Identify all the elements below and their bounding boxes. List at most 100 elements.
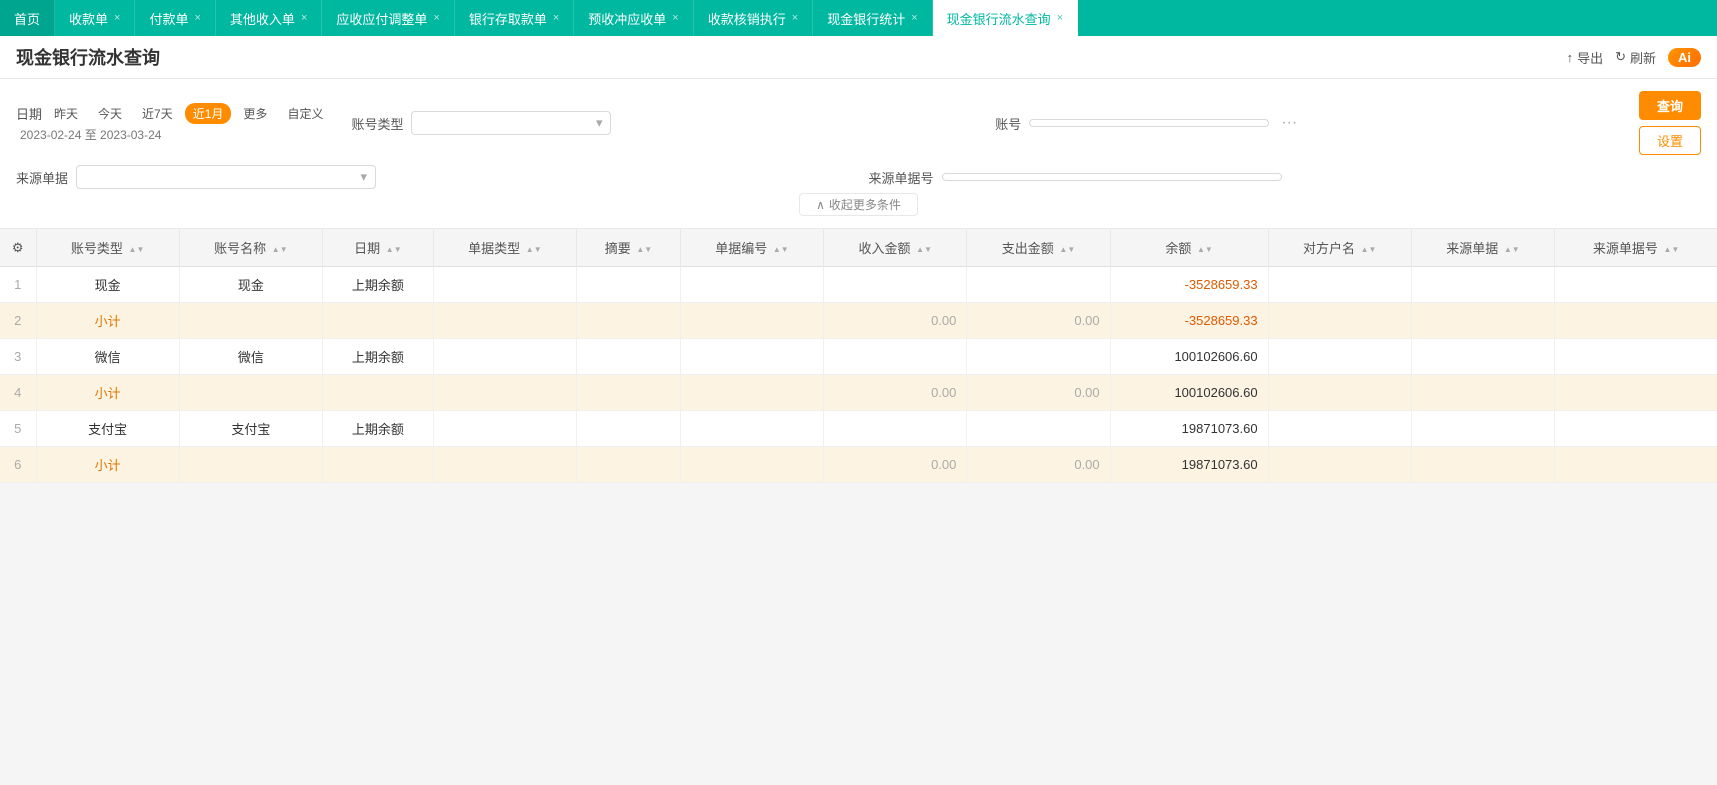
sort-arrows-account-type: ▲▼ [129,246,145,254]
nav-close-4[interactable]: × [553,12,559,24]
cell-date [323,375,434,411]
expense-column-header[interactable]: 支出金额 ▲▼ [967,229,1110,267]
cell-account-type: 小计 [36,375,179,411]
nav-tab-8[interactable]: 现金银行流水查询 × [933,0,1078,36]
nav-close-7[interactable]: × [911,12,917,24]
cell-voucher-type [433,447,576,483]
date-opt-7days[interactable]: 近7天 [134,103,181,124]
date-opt-yesterday[interactable]: 昨天 [46,103,86,124]
income-column-header[interactable]: 收入金额 ▲▼ [824,229,967,267]
cell-voucher-type [433,339,576,375]
filter-area: 日期 昨天 今天 近7天 近1月 更多 自定义 2023-02-24 至 202… [0,79,1717,229]
account-name-column-header[interactable]: 账号名称 ▲▼ [179,229,322,267]
date-opt-custom[interactable]: 自定义 [279,103,331,124]
cell-account-type: 微信 [36,339,179,375]
summary-column-header[interactable]: 摘要 ▲▼ [577,229,681,267]
cell-account-name: 微信 [179,339,322,375]
date-opt-1month[interactable]: 近1月 [185,103,232,124]
date-top: 日期 昨天 今天 近7天 近1月 更多 自定义 [16,103,331,124]
nav-close-6[interactable]: × [792,12,798,24]
collapse-button[interactable]: ∧ 收起更多条件 [799,193,918,216]
cell-income [824,411,967,447]
nav-tab-0[interactable]: 收款单 × [55,0,135,36]
main-table: ⚙ 账号类型 ▲▼ 账号名称 ▲▼ 日期 ▲▼ 单据类型 ▲▼ [0,229,1717,483]
cell-counterpart [1268,411,1411,447]
nav-tab-6[interactable]: 收款核销执行 × [694,0,813,36]
source-voucher-column-header[interactable]: 来源单据 ▲▼ [1411,229,1554,267]
sort-arrows-voucher-type: ▲▼ [526,246,542,254]
nav-tab-5[interactable]: 预收冲应收单 × [574,0,693,36]
cell-income: 0.00 [824,447,967,483]
sort-arrows-date: ▲▼ [386,246,402,254]
account-select[interactable] [1029,119,1269,127]
nav-close-2[interactable]: × [301,12,307,24]
cell-counterpart [1268,339,1411,375]
cell-expense: 0.00 [967,447,1110,483]
cell-date [323,303,434,339]
nav-close-3[interactable]: × [433,12,439,24]
more-dots-icon[interactable]: ··· [1277,114,1301,132]
refresh-icon: ↻ [1615,49,1626,65]
cell-source-voucher [1411,447,1554,483]
cell-expense [967,267,1110,303]
table-row[interactable]: 6小计0.000.0019871073.60 [0,447,1717,483]
source-voucher-block: 来源单据 ▾ [16,165,849,189]
counterpart-column-header[interactable]: 对方户名 ▲▼ [1268,229,1411,267]
cell-date: 上期余额 [323,339,434,375]
gear-column-header[interactable]: ⚙ [0,229,36,267]
nav-tab-1[interactable]: 付款单 × [135,0,215,36]
export-button[interactable]: ↑ 导出 [1567,48,1604,67]
source-voucher-select[interactable]: ▾ [76,165,376,189]
cell-source-voucher [1411,303,1554,339]
nav-close-0[interactable]: × [114,12,120,24]
refresh-button[interactable]: ↻ 刷新 [1615,48,1656,67]
voucher-type-column-header[interactable]: 单据类型 ▲▼ [433,229,576,267]
table-row[interactable]: 5支付宝支付宝上期余额19871073.60 [0,411,1717,447]
sort-arrows-account-name: ▲▼ [272,246,288,254]
source-voucher-no-column-header[interactable]: 来源单据号 ▲▼ [1555,229,1717,267]
nav-tab-2[interactable]: 其他收入单 × [216,0,322,36]
cell-source-voucher-no [1555,447,1717,483]
settings-button[interactable]: 设置 [1639,126,1701,155]
balance-column-header[interactable]: 余额 ▲▼ [1110,229,1268,267]
date-label: 日期 [16,104,42,123]
nav-tab-4[interactable]: 银行存取款单 × [455,0,574,36]
ai-badge[interactable]: Ai [1668,48,1701,67]
row-num: 2 [0,303,36,339]
filter-bottom-row: 来源单据 ▾ 来源单据号 [16,165,1701,189]
cell-source-voucher [1411,375,1554,411]
cell-income: 0.00 [824,303,967,339]
nav-tab-3[interactable]: 应收应付调整单 × [322,0,454,36]
account-type-label: 账号类型 [351,114,403,133]
export-icon: ↑ [1567,50,1574,65]
table-row[interactable]: 3微信微信上期余额100102606.60 [0,339,1717,375]
voucher-no-column-header[interactable]: 单据编号 ▲▼ [680,229,823,267]
query-button[interactable]: 查询 [1639,91,1701,120]
date-opt-more[interactable]: 更多 [235,103,275,124]
account-type-select[interactable]: ▾ [411,111,611,135]
cell-voucher-no [680,375,823,411]
table-row[interactable]: 2小计0.000.00-3528659.33 [0,303,1717,339]
cell-balance: 100102606.60 [1110,339,1268,375]
cell-counterpart [1268,447,1411,483]
nav-close-8[interactable]: × [1057,12,1063,24]
sort-arrows-source-voucher-no: ▲▼ [1663,246,1679,254]
date-opt-today[interactable]: 今天 [90,103,130,124]
cell-account-type: 小计 [36,303,179,339]
cell-voucher-no [680,339,823,375]
nav-close-5[interactable]: × [672,12,678,24]
date-column-header[interactable]: 日期 ▲▼ [323,229,434,267]
source-voucher-num-block: 来源单据号 [869,168,1702,187]
nav-tab-7[interactable]: 现金银行统计 × [813,0,932,36]
nav-close-1[interactable]: × [194,12,200,24]
table-row[interactable]: 1现金现金上期余额-3528659.33 [0,267,1717,303]
source-voucher-num-input[interactable] [942,173,1282,181]
cell-account-name [179,375,322,411]
cell-expense: 0.00 [967,303,1110,339]
source-voucher-label: 来源单据 [16,168,68,187]
table-row[interactable]: 4小计0.000.00100102606.60 [0,375,1717,411]
nav-home[interactable]: 首页 [0,0,55,36]
cell-account-name [179,303,322,339]
cell-expense [967,339,1110,375]
account-type-column-header[interactable]: 账号类型 ▲▼ [36,229,179,267]
